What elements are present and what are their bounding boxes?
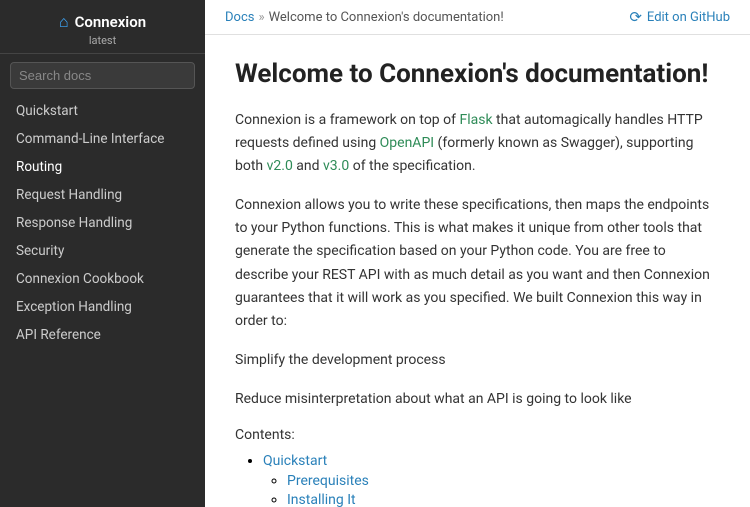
v30-link[interactable]: v3.0 xyxy=(323,158,349,174)
simplify-text: Simplify the development process xyxy=(235,349,720,372)
para1-and: and xyxy=(293,158,323,174)
toc-installing-link[interactable]: Installing It xyxy=(287,492,356,507)
sidebar-nav: Quickstart Command-Line Interface Routin… xyxy=(0,97,205,349)
breadcrumb-separator: » xyxy=(258,10,264,25)
para1-before-flask: Connexion is a framework on top of xyxy=(235,112,459,128)
toc-list: Quickstart Prerequisites Installing It R… xyxy=(235,453,720,507)
sidebar-item-routing[interactable]: Routing xyxy=(0,153,205,181)
sidebar-item-cli[interactable]: Command-Line Interface xyxy=(0,125,205,153)
list-item: Prerequisites xyxy=(287,473,720,489)
sidebar-header: ⌂ Connexion latest xyxy=(0,0,205,54)
search-box xyxy=(0,54,205,97)
toc-prerequisites-link[interactable]: Prerequisites xyxy=(287,473,369,489)
main-panel: Docs » Welcome to Connexion's documentat… xyxy=(205,0,750,507)
sidebar: ⌂ Connexion latest Quickstart Command-Li… xyxy=(0,0,205,507)
home-icon: ⌂ xyxy=(59,12,69,32)
page-title: Welcome to Connexion's documentation! xyxy=(235,59,720,89)
github-icon: ⟳ xyxy=(629,8,642,26)
intro-para-2: Connexion allows you to write these spec… xyxy=(235,194,720,333)
list-item: Installing It xyxy=(287,492,720,507)
contents-label: Contents: xyxy=(235,427,720,443)
sidebar-brand: ⌂ Connexion xyxy=(10,12,195,32)
openapi-link[interactable]: OpenAPI xyxy=(380,135,434,151)
sidebar-item-exception-handling[interactable]: Exception Handling xyxy=(0,293,205,321)
toc-item-quickstart: Quickstart Prerequisites Installing It R… xyxy=(263,453,720,507)
brand-name: Connexion xyxy=(75,13,146,31)
content-area: Welcome to Connexion's documentation! Co… xyxy=(205,35,750,507)
breadcrumb-docs-link[interactable]: Docs xyxy=(225,10,254,25)
sidebar-item-cookbook[interactable]: Connexion Cookbook xyxy=(0,265,205,293)
para1-end: of the specification. xyxy=(349,158,475,174)
v20-link[interactable]: v2.0 xyxy=(267,158,293,174)
sidebar-version: latest xyxy=(10,34,195,47)
edit-github-link[interactable]: ⟳ Edit on GitHub xyxy=(629,8,730,26)
sidebar-item-quickstart[interactable]: Quickstart xyxy=(0,97,205,125)
toc-quickstart-link[interactable]: Quickstart xyxy=(263,453,327,469)
breadcrumb: Docs » Welcome to Connexion's documentat… xyxy=(225,10,504,25)
edit-github-label: Edit on GitHub xyxy=(647,10,730,25)
search-input[interactable] xyxy=(10,62,195,89)
sidebar-item-api-reference[interactable]: API Reference xyxy=(0,321,205,349)
sidebar-item-request-handling[interactable]: Request Handling xyxy=(0,181,205,209)
sidebar-item-security[interactable]: Security xyxy=(0,237,205,265)
toc-quickstart-children: Prerequisites Installing It Running It D… xyxy=(263,473,720,507)
sidebar-item-response-handling[interactable]: Response Handling xyxy=(0,209,205,237)
breadcrumb-current: Welcome to Connexion's documentation! xyxy=(269,10,504,25)
intro-para-1: Connexion is a framework on top of Flask… xyxy=(235,109,720,178)
top-bar: Docs » Welcome to Connexion's documentat… xyxy=(205,0,750,35)
flask-link[interactable]: Flask xyxy=(459,112,492,128)
reduce-text: Reduce misinterpretation about what an A… xyxy=(235,388,720,411)
